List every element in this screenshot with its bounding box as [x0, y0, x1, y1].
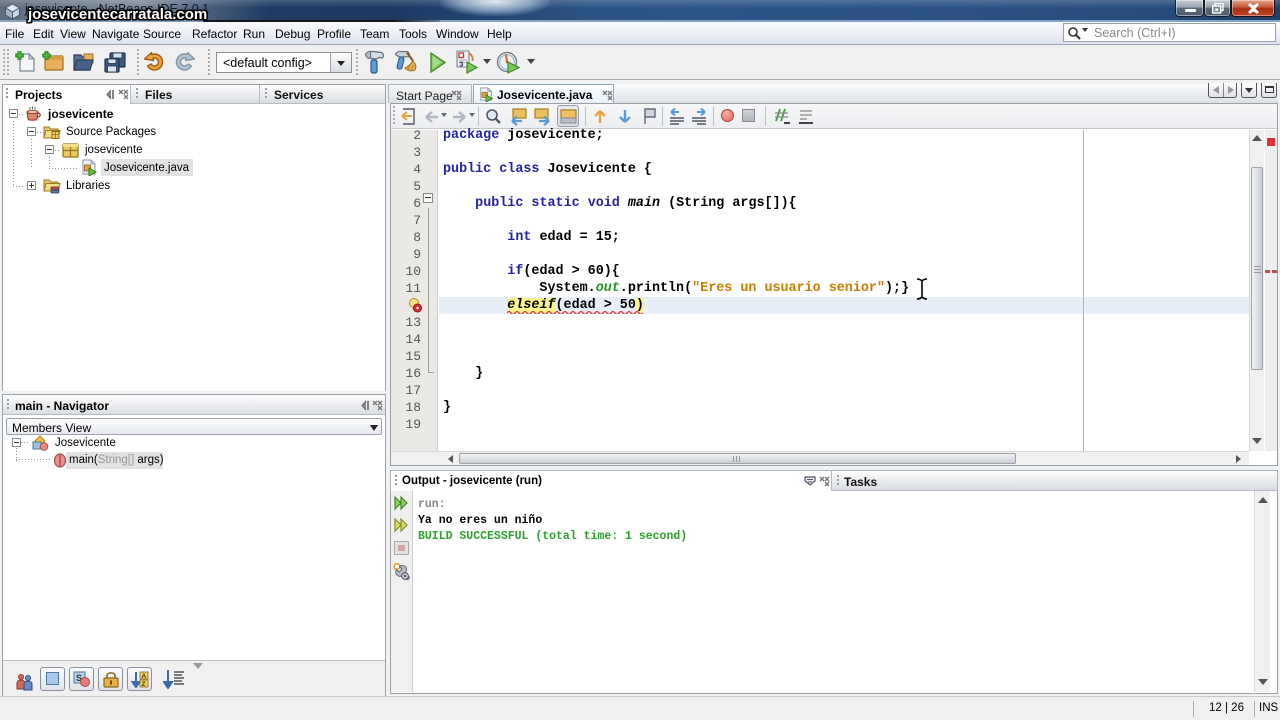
svg-text:Z: Z [142, 681, 146, 688]
svg-text:3: 3 [459, 59, 463, 68]
svg-text:A: A [142, 673, 147, 680]
